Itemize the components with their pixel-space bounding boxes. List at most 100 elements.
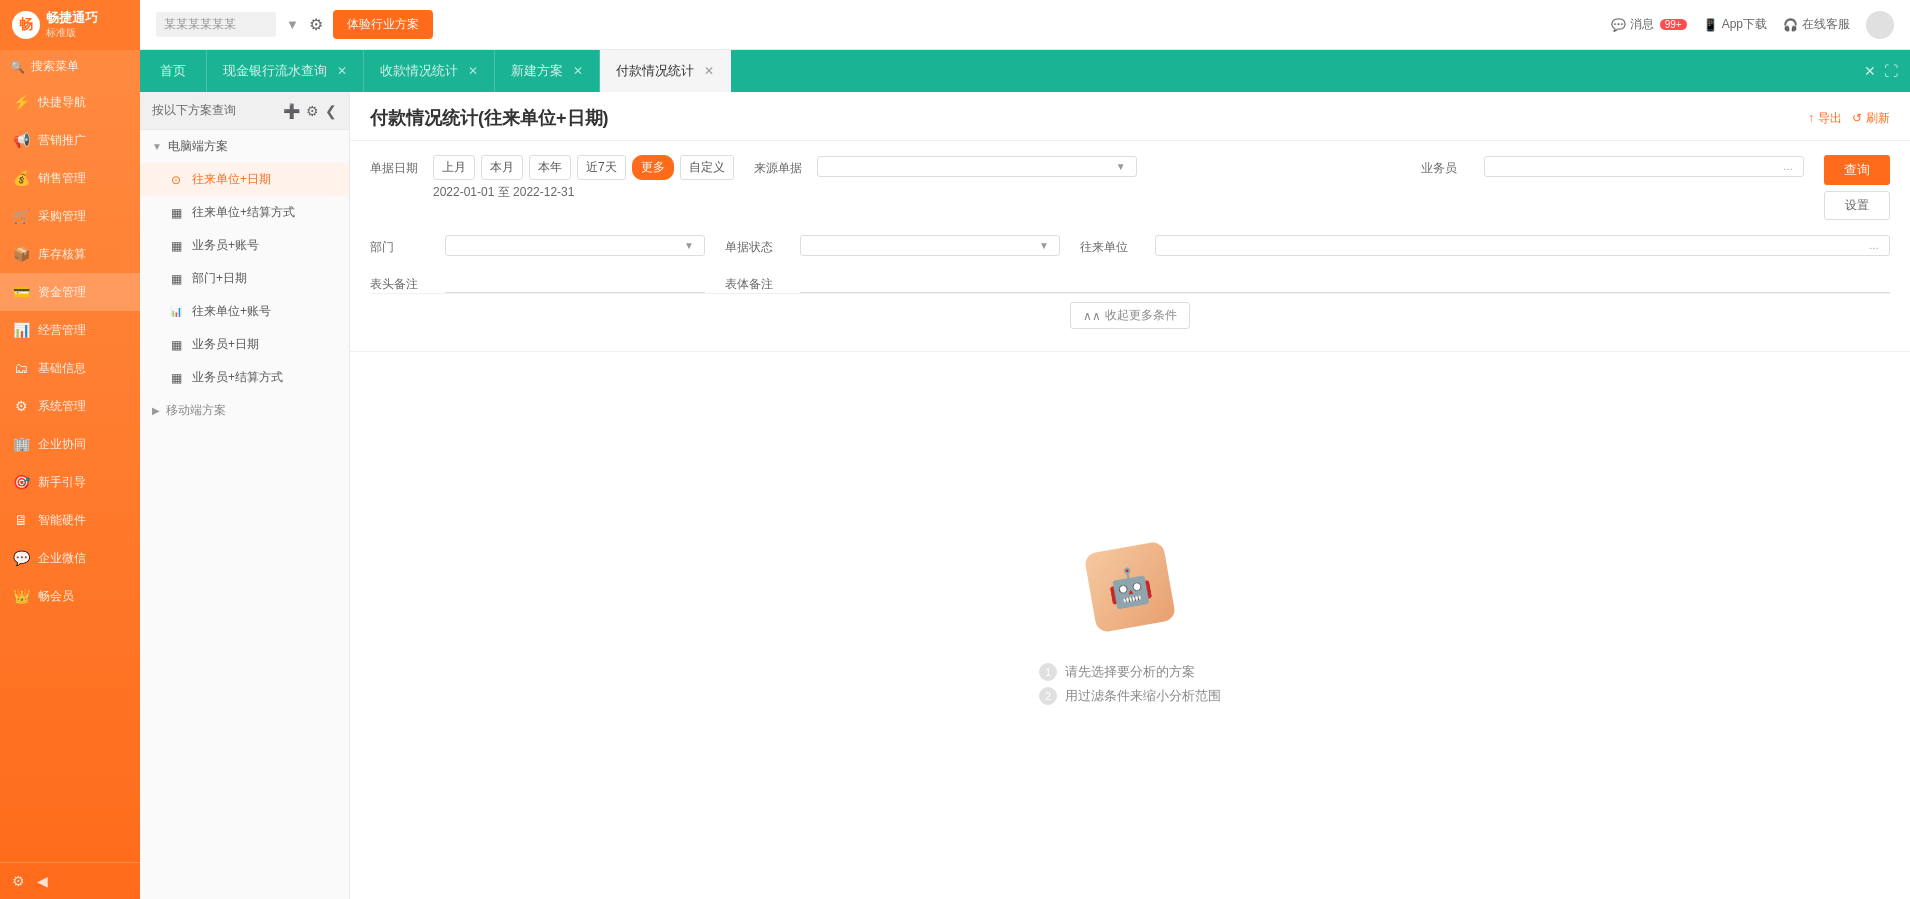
sidebar-item-sales[interactable]: 💰 销售管理 <box>0 159 140 197</box>
salesman-select[interactable]: … <box>1484 156 1804 177</box>
tab-bank-flow[interactable]: 现金银行流水查询 ✕ <box>207 50 364 92</box>
table-head-note-input[interactable] <box>445 270 705 293</box>
empty-hint-2: 2 用过滤条件来缩小分析范围 <box>1039 687 1221 705</box>
page-header-actions: ↑ 导出 ↺ 刷新 <box>1808 110 1890 127</box>
query-btn[interactable]: 查询 <box>1824 155 1890 185</box>
quick-nav-icon: ⚡ <box>12 93 30 111</box>
guide-icon: 🎯 <box>12 473 30 491</box>
app-download-btn[interactable]: 📱 App下载 <box>1703 16 1767 33</box>
enterprise-icon: 🏢 <box>12 435 30 453</box>
tree-item-counterpart-account[interactable]: 📊 往来单位+账号 <box>140 295 349 328</box>
tree-item-salesman-settle[interactable]: ▦ 业务员+结算方式 <box>140 361 349 394</box>
operation-icon: 📊 <box>12 321 30 339</box>
sidebar-item-guide[interactable]: 🎯 新手引导 <box>0 463 140 501</box>
collapse-conditions-icon: ∧∧ <box>1083 309 1101 323</box>
date-btn-7days[interactable]: 近7天 <box>577 155 626 180</box>
counterpart-select[interactable]: … <box>1155 235 1890 256</box>
collapse-sidebar-icon[interactable]: ◀ <box>37 873 48 889</box>
tab-close-new-scheme[interactable]: ✕ <box>573 64 583 78</box>
voucher-status-select[interactable]: ▼ <box>800 235 1060 256</box>
sidebar-item-operation[interactable]: 📊 经营管理 <box>0 311 140 349</box>
pc-scheme-arrow: ▼ <box>152 141 162 152</box>
tab-close-payment-stats[interactable]: ✕ <box>704 64 714 78</box>
dept-select[interactable]: ▼ <box>445 235 705 256</box>
content-area: 按以下方案查询 ➕ ⚙ ❮ ▼ 电脑端方案 ⊙ 往来单位+日期 ▦ <box>140 92 1910 899</box>
tab-close-bank-flow[interactable]: ✕ <box>337 64 347 78</box>
sidebar-item-member[interactable]: 👑 畅会员 <box>0 577 140 615</box>
topbar-settings-icon[interactable]: ⚙ <box>309 15 323 34</box>
sidebar-item-marketing[interactable]: 📢 营销推广 <box>0 121 140 159</box>
hint-num-2: 2 <box>1039 687 1057 705</box>
date-btn-last-month[interactable]: 上月 <box>433 155 475 180</box>
tab-new-scheme[interactable]: 新建方案 ✕ <box>495 50 600 92</box>
add-scheme-btn[interactable]: ➕ <box>283 103 300 119</box>
tab-receivable-stats[interactable]: 收款情况统计 ✕ <box>364 50 495 92</box>
filter-area: 单据日期 上月 本月 本年 近7天 更多 自定义 20 <box>350 141 1910 352</box>
search-icon: 🔍 <box>10 60 25 74</box>
message-btn[interactable]: 💬 消息 99+ <box>1611 16 1687 33</box>
tree-item-salesman-date[interactable]: ▦ 业务员+日期 <box>140 328 349 361</box>
hardware-icon: 🖥 <box>12 511 30 529</box>
tab-payment-stats[interactable]: 付款情况统计 ✕ <box>600 50 731 92</box>
table-body-note-input[interactable] <box>800 270 1890 293</box>
tabbar: 首页 现金银行流水查询 ✕ 收款情况统计 ✕ 新建方案 ✕ 付款情况统计 ✕ ✕… <box>140 50 1910 92</box>
filter-settings-btn[interactable]: 设置 <box>1824 191 1890 220</box>
collapse-panel-btn[interactable]: ❮ <box>325 103 337 119</box>
tree-item-counterpart-settle[interactable]: ▦ 往来单位+结算方式 <box>140 196 349 229</box>
dept-chevron-icon: ▼ <box>684 240 694 251</box>
sidebar-item-inventory[interactable]: 📦 库存核算 <box>0 235 140 273</box>
empty-state: 🤖 1 请先选择要分析的方案 2 用过滤条件来缩小分析范围 <box>350 352 1910 899</box>
tree-item-salesman-account[interactable]: ▦ 业务员+账号 <box>140 229 349 262</box>
source-select[interactable]: ▼ <box>817 156 1137 177</box>
left-panel-header-actions: ➕ ⚙ ❮ <box>283 103 337 119</box>
marketing-icon: 📢 <box>12 131 30 149</box>
sidebar-item-quick-nav[interactable]: ⚡ 快捷导航 <box>0 83 140 121</box>
collapse-conditions-btn[interactable]: ∧∧ 收起更多条件 <box>1070 302 1190 329</box>
tree-item-counterpart-date[interactable]: ⊙ 往来单位+日期 <box>140 163 349 196</box>
pc-scheme-root[interactable]: ▼ 电脑端方案 <box>140 130 349 163</box>
online-service-btn[interactable]: 🎧 在线客服 <box>1783 16 1850 33</box>
mobile-scheme-section[interactable]: ▶ 移动端方案 <box>140 394 349 427</box>
sidebar-search[interactable]: 🔍 搜索菜单 <box>0 50 140 83</box>
user-avatar[interactable] <box>1866 11 1894 39</box>
date-range-text: 2022-01-01 至 2022-12-31 <box>433 184 734 201</box>
maximize-window-icon[interactable]: ⛶ <box>1884 63 1898 79</box>
sidebar-item-capital[interactable]: 💳 资金管理 <box>0 273 140 311</box>
counterpart-account-icon: 📊 <box>168 304 184 320</box>
date-btn-this-year[interactable]: 本年 <box>529 155 571 180</box>
try-industry-btn[interactable]: 体验行业方案 <box>333 10 433 39</box>
company-name: 某某某某某某 <box>156 12 276 37</box>
voucher-status-chevron-icon: ▼ <box>1039 240 1049 251</box>
left-panel: 按以下方案查询 ➕ ⚙ ❮ ▼ 电脑端方案 ⊙ 往来单位+日期 ▦ <box>140 92 350 899</box>
member-icon: 👑 <box>12 587 30 605</box>
salesman-date-icon: ▦ <box>168 337 184 353</box>
date-btn-this-month[interactable]: 本月 <box>481 155 523 180</box>
export-btn[interactable]: ↑ 导出 <box>1808 110 1842 127</box>
tab-close-receivable-stats[interactable]: ✕ <box>468 64 478 78</box>
sidebar-item-enterprise[interactable]: 🏢 企业协同 <box>0 425 140 463</box>
hint-num-1: 1 <box>1039 663 1057 681</box>
scheme-settings-btn[interactable]: ⚙ <box>306 103 319 119</box>
salesman-account-icon: ▦ <box>168 238 184 254</box>
topbar: 某某某某某某 ▼ ⚙ 体验行业方案 💬 消息 99+ 📱 App下载 🎧 在线客… <box>140 0 1910 50</box>
service-icon: 🎧 <box>1783 18 1798 32</box>
counterpart-date-icon: ⊙ <box>168 172 184 188</box>
tree-item-dept-date[interactable]: ▦ 部门+日期 <box>140 262 349 295</box>
voucher-status-label: 单据状态 <box>725 234 780 256</box>
salesman-settle-icon: ▦ <box>168 370 184 386</box>
close-window-icon[interactable]: ✕ <box>1864 63 1876 79</box>
sidebar-item-purchase[interactable]: 🛒 采购管理 <box>0 197 140 235</box>
sidebar-item-wechat[interactable]: 💬 企业微信 <box>0 539 140 577</box>
sidebar-item-system[interactable]: ⚙ 系统管理 <box>0 387 140 425</box>
window-controls: ✕ ⛶ <box>1852 50 1910 92</box>
logo-text: 畅捷通巧 标准版 <box>46 10 98 40</box>
tab-home[interactable]: 首页 <box>140 50 207 92</box>
sidebar-item-basic-info[interactable]: 🗂 基础信息 <box>0 349 140 387</box>
date-btn-custom[interactable]: 自定义 <box>680 155 734 180</box>
sidebar-item-hardware[interactable]: 🖥 智能硬件 <box>0 501 140 539</box>
refresh-btn[interactable]: ↺ 刷新 <box>1852 110 1890 127</box>
settings-bottom-icon[interactable]: ⚙ <box>12 873 25 889</box>
date-btn-more[interactable]: 更多 <box>632 155 674 180</box>
pc-scheme-section: ▼ 电脑端方案 ⊙ 往来单位+日期 ▦ 往来单位+结算方式 ▦ 业务员+账号 ▦ <box>140 130 349 394</box>
topbar-dropdown-icon[interactable]: ▼ <box>286 17 299 32</box>
